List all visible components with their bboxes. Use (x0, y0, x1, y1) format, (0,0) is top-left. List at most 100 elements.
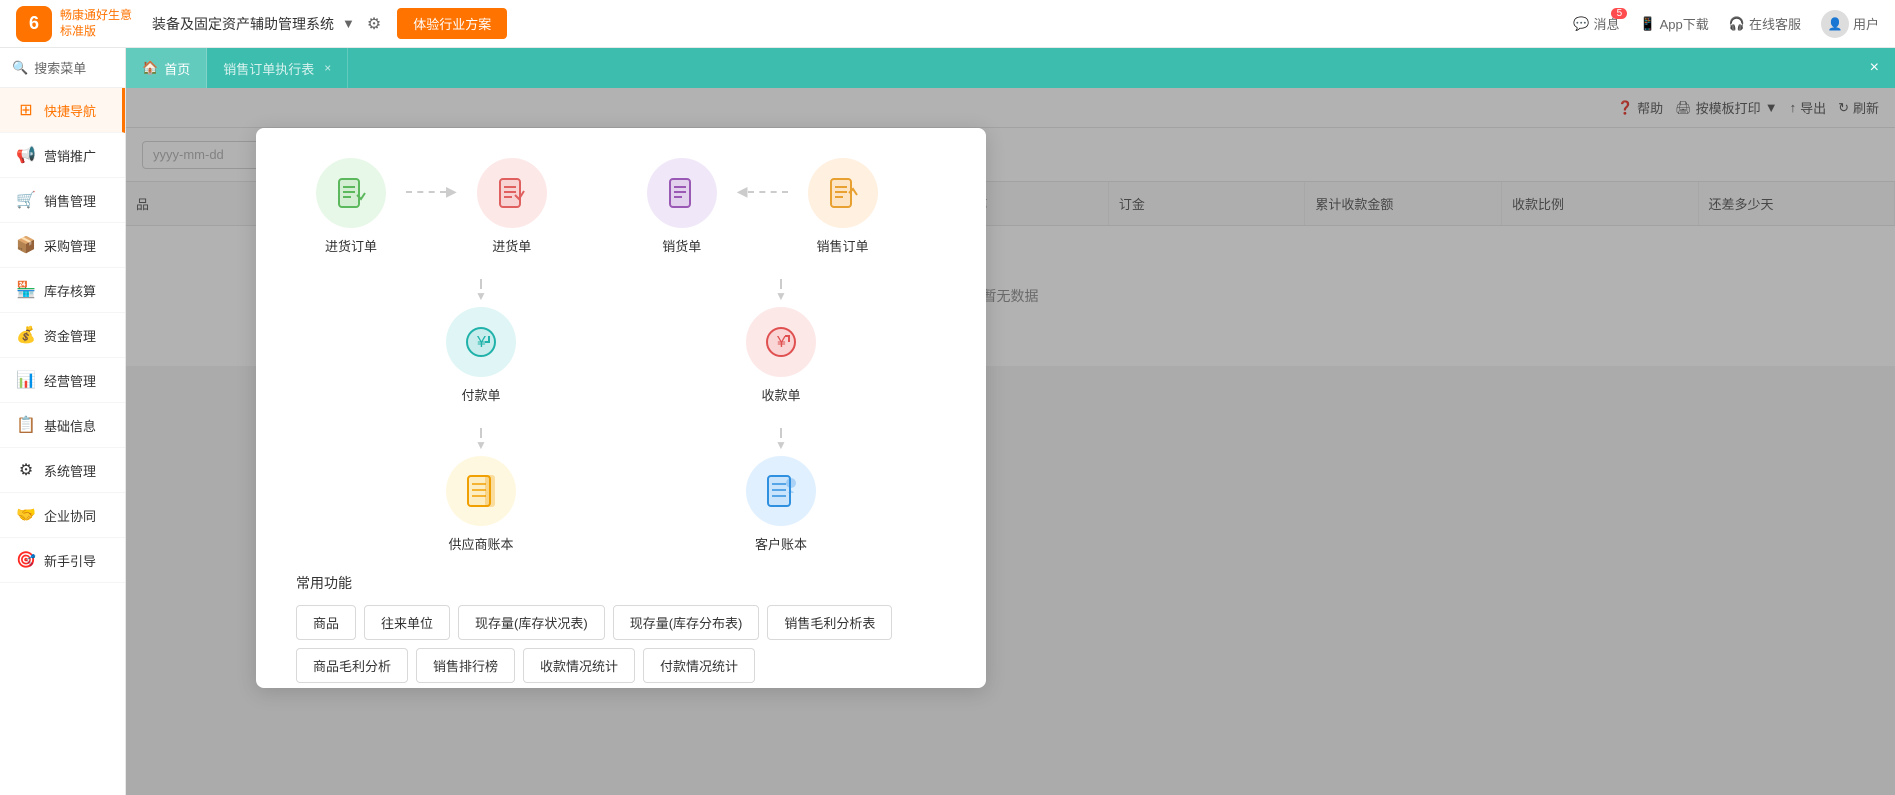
sidebar-icon-finance: 💰 (16, 325, 36, 345)
logo-icon: 6 (16, 6, 52, 42)
sidebar-icon-inventory: 🏪 (16, 280, 36, 300)
func-btn-现存量(库存分布表)[interactable]: 现存量(库存分布表) (613, 605, 760, 640)
receipt-col: ▼ ¥ 收款单 (746, 279, 816, 404)
svg-text:¥: ¥ (776, 334, 786, 351)
sidebar-icon-quick-nav: ⊞ (16, 100, 36, 120)
sidebar-icon-newbie: 🎯 (16, 550, 36, 570)
func-btn-现存量(库存状况表)[interactable]: 现存量(库存状况表) (458, 605, 605, 640)
svg-text:¥: ¥ (476, 334, 486, 351)
sidebar-item-finance[interactable]: 💰资金管理 (0, 313, 125, 358)
avatar: 👤 (1821, 10, 1849, 38)
payment-label: 付款单 (461, 385, 500, 404)
tab-sales-order[interactable]: 销售订单执行表 × (207, 48, 348, 88)
online-service-item[interactable]: 🎧 在线客服 (1729, 14, 1801, 33)
sidebar-icon-corp: 🤝 (16, 505, 36, 525)
spacer-2 (516, 279, 746, 404)
func-btn-收款情况统计[interactable]: 收款情况统计 (523, 648, 635, 683)
user-item[interactable]: 👤 用户 (1821, 10, 1879, 38)
sidebar-label-corp: 企业协同 (44, 506, 96, 525)
func-btn-付款情况统计[interactable]: 付款情况统计 (643, 648, 755, 683)
flow-node-sales-order[interactable]: 销售订单 (808, 158, 878, 255)
dropdown-icon[interactable]: ▼ (342, 16, 355, 31)
purchase-bill-label: 进货单 (492, 236, 531, 255)
tab-bar: 🏠 首页 销售订单执行表 × × (126, 48, 1895, 88)
flow-node-supplier-ledger[interactable]: 供应商账本 (446, 456, 516, 553)
arrow-left-1: ◀ (737, 183, 788, 200)
trial-button[interactable]: 体验行业方案 (397, 8, 507, 39)
tab-close-icon[interactable]: × (324, 61, 331, 75)
sidebar-item-operation[interactable]: 📊 经营管理 (0, 358, 125, 403)
func-btn-往来单位[interactable]: 往来单位 (364, 605, 450, 640)
download-icon: 📱 (1639, 16, 1655, 32)
sidebar-label-newbie: 新手引导 (44, 551, 96, 570)
common-functions: 常用功能 商品往来单位现存量(库存状况表)现存量(库存分布表)销售毛利分析表商品… (296, 573, 946, 683)
tab-content: ❓ 帮助 🖨 按模板打印 ▼ ↑ 导出 ↻ 刷新 (126, 88, 1895, 795)
sales-bill-label: 销货单 (662, 236, 701, 255)
flow-node-purchase-bill[interactable]: 进货单 (477, 158, 547, 255)
flow-node-customer-ledger[interactable]: 客户账本 (746, 456, 816, 553)
flow-node-sales-bill[interactable]: 销货单 (647, 158, 717, 255)
logo-area: 6 畅康通好生意 标准版 (16, 6, 132, 42)
purchase-order-icon (316, 158, 386, 228)
sidebar-label-sales: 销售管理 (44, 191, 96, 210)
flow-row-2: ▼ ¥ 付款单 (296, 279, 946, 404)
search-menu[interactable]: 🔍 搜索菜单 (0, 48, 125, 88)
sidebar-icon-marketing: 📢 (16, 145, 36, 165)
system-title: 装备及固定资产辅助管理系统 (152, 14, 334, 34)
sidebar-label-basic-info: 基础信息 (44, 416, 96, 435)
supplier-ledger-col: ▼ 供应商账本 (446, 428, 516, 553)
flow-node-receipt[interactable]: ¥ 收款单 (746, 307, 816, 404)
app-download-item[interactable]: 📱 App下载 (1639, 14, 1708, 33)
message-icon: 💬 (1573, 16, 1589, 32)
message-badge: 5 (1611, 8, 1627, 19)
sidebar-item-newbie[interactable]: 🎯 新手引导 (0, 538, 125, 583)
flow-diagram: 进货订单 ▶ (296, 158, 946, 255)
sidebar-label-inventory: 库存核算 (44, 281, 96, 300)
supplier-ledger-icon (446, 456, 516, 526)
supplier-ledger-label: 供应商账本 (448, 534, 513, 553)
sidebar-label-quick-nav: 快捷导航 (44, 101, 96, 120)
func-btn-销售毛利分析表[interactable]: 销售毛利分析表 (767, 605, 892, 640)
sidebar-icon-operation: 📊 (16, 370, 36, 390)
payment-icon: ¥ (446, 307, 516, 377)
sidebar: 🔍 搜索菜单 ⊞ 快捷导航 📢营销推广 🛒 销售管理 📦 采购管理 🏪 库存核算 💰资金管理 📊 经营… (0, 48, 126, 795)
sidebar-item-purchase[interactable]: 📦 采购管理 (0, 223, 125, 268)
func-btn-商品[interactable]: 商品 (296, 605, 356, 640)
sidebar-item-basic-info[interactable]: 📋 基础信息 (0, 403, 125, 448)
tab-bar-close-icon[interactable]: × (1854, 59, 1895, 77)
sidebar-label-purchase: 采购管理 (44, 236, 96, 255)
payment-col: ▼ ¥ 付款单 (446, 279, 516, 404)
func-btn-销售排行榜[interactable]: 销售排行榜 (416, 648, 515, 683)
tab-home[interactable]: 🏠 首页 (126, 48, 207, 88)
purchase-order-label: 进货订单 (325, 236, 377, 255)
sidebar-item-corp[interactable]: 🤝 企业协同 (0, 493, 125, 538)
purchase-bill-icon (477, 158, 547, 228)
customer-ledger-label: 客户账本 (755, 534, 807, 553)
sidebar-icon-basic-info: 📋 (16, 415, 36, 435)
sidebar-icon-sales: 🛒 (16, 190, 36, 210)
arrow-right-1: ▶ (406, 183, 457, 200)
sidebar-item-quick-nav[interactable]: ⊞ 快捷导航 (0, 88, 125, 133)
sales-order-icon (808, 158, 878, 228)
flow-node-purchase-order[interactable]: 进货订单 (316, 158, 386, 255)
sidebar-item-inventory[interactable]: 🏪 库存核算 (0, 268, 125, 313)
message-icon-item[interactable]: 💬 消息 5 (1573, 14, 1619, 33)
home-icon: 🏠 (142, 60, 158, 76)
spacer-3 (516, 428, 746, 553)
flow-node-payment[interactable]: ¥ 付款单 (446, 307, 516, 404)
common-funcs-title: 常用功能 (296, 573, 946, 593)
func-btn-商品毛利分析[interactable]: 商品毛利分析 (296, 648, 408, 683)
sidebar-item-marketing[interactable]: 📢营销推广 (0, 133, 125, 178)
gear-icon[interactable]: ⚙ (367, 14, 381, 34)
sales-order-label: 销售订单 (817, 236, 869, 255)
sidebar-label-system: 系统管理 (44, 461, 96, 480)
customer-ledger-col: ▼ 客户账本 (746, 428, 816, 553)
sidebar-item-system[interactable]: ⚙系统管理 (0, 448, 125, 493)
sidebar-item-sales[interactable]: 🛒 销售管理 (0, 178, 125, 223)
sidebar-label-operation: 经营管理 (44, 371, 96, 390)
customer-ledger-icon (746, 456, 816, 526)
modal-overlay: 进货订单 ▶ (126, 88, 1895, 795)
receipt-icon: ¥ (746, 307, 816, 377)
sidebar-icon-purchase: 📦 (16, 235, 36, 255)
func-buttons-row: 商品往来单位现存量(库存状况表)现存量(库存分布表)销售毛利分析表商品毛利分析销… (296, 605, 946, 683)
